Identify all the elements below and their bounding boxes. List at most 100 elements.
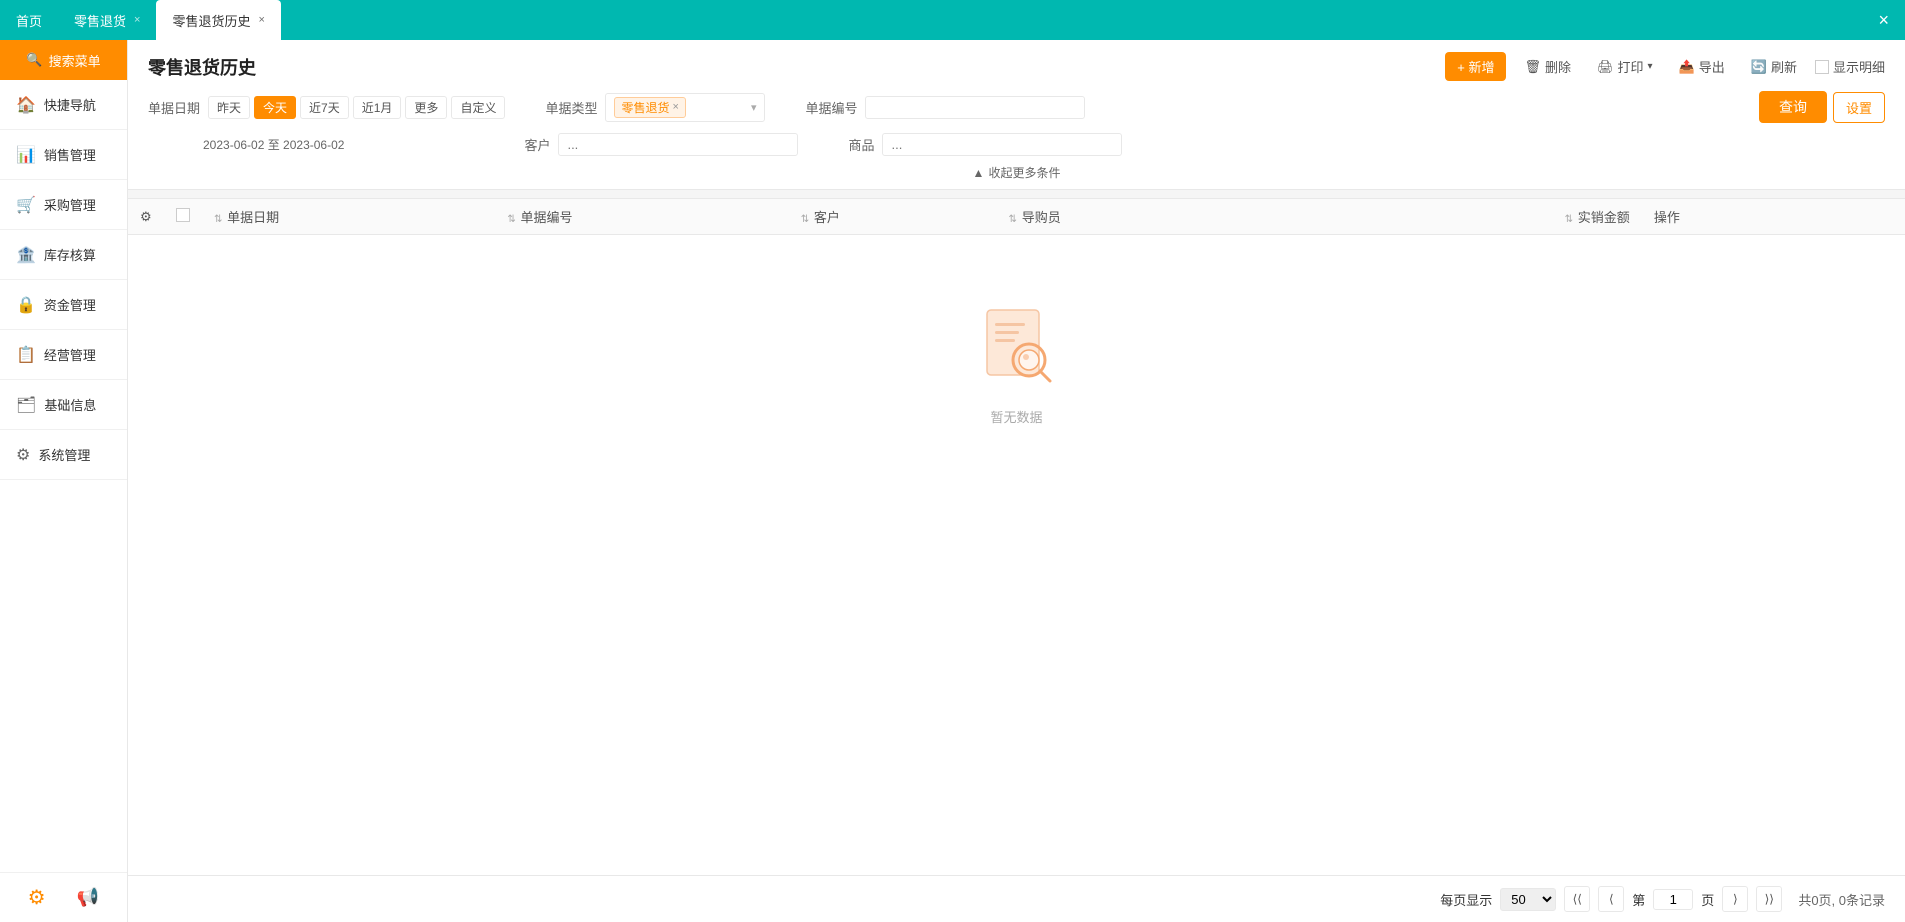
sort-icon-amount: ⇅ — [1565, 214, 1576, 225]
pager-next-button[interactable]: ⟩ — [1722, 886, 1748, 912]
filter-goods-item: 商品 — [848, 133, 1122, 156]
sidebar-item-finance[interactable]: 🔒 资金管理 — [0, 280, 127, 330]
customer-filter-input[interactable] — [558, 133, 798, 156]
page-size-select[interactable]: 50 100 200 — [1500, 888, 1556, 911]
collapse-up-icon: ▲ — [973, 166, 985, 180]
pager-last-button[interactable]: ⟩⟩ — [1756, 886, 1782, 912]
sidebar-item-system-label: 系统管理 — [38, 445, 90, 464]
tab-retail-return-close[interactable]: × — [134, 14, 140, 26]
sidebar-item-sales-label: 销售管理 — [44, 145, 96, 164]
refresh-button[interactable]: 🔄 刷新 — [1743, 53, 1805, 80]
query-button[interactable]: 查询 — [1759, 91, 1827, 123]
table-select-all-checkbox[interactable] — [176, 208, 190, 222]
date-btn-custom[interactable]: 自定义 — [451, 96, 505, 119]
table-body: 暂无数据 — [128, 235, 1905, 487]
filter-row-2: 2023-06-02 至 2023-06-02 客户 商品 — [148, 133, 1885, 156]
purchase-icon: 🛒 — [16, 195, 36, 215]
pagination-summary: 共0页, 0条记录 — [1798, 890, 1885, 909]
sidebar-item-finance-label: 资金管理 — [44, 295, 96, 314]
date-btn-1month[interactable]: 近1月 — [353, 96, 402, 119]
sidebar-item-quick-nav[interactable]: 🏠 快捷导航 — [0, 80, 127, 130]
export-button[interactable]: 📤 导出 — [1671, 53, 1733, 80]
page-title-row: 零售退货历史 + 新增 🗑 删除 🖨 打印 ▾ 📤 导出 — [148, 52, 1885, 81]
col-amount: ⇅ 实销金额 — [1247, 199, 1642, 235]
filter-collapse-btn[interactable]: ▲ 收起更多条件 — [148, 160, 1885, 189]
sidebar-item-purchase[interactable]: 🛒 采购管理 — [0, 180, 127, 230]
sidebar-speaker-button[interactable]: 📢 — [77, 887, 99, 908]
show-detail-checkbox-group[interactable]: 显示明细 — [1815, 57, 1885, 76]
sidebar-gear-button[interactable]: ⚙ — [28, 885, 46, 910]
sidebar-item-basic-info[interactable]: 🗂 基础信息 — [0, 380, 127, 430]
sidebar-item-sales[interactable]: 📊 销售管理 — [0, 130, 127, 180]
empty-state: 暂无数据 — [128, 235, 1905, 486]
customer-filter-label: 客户 — [524, 135, 550, 154]
page-header: 零售退货历史 + 新增 🗑 删除 🖨 打印 ▾ 📤 导出 — [128, 40, 1905, 190]
number-filter-input[interactable] — [865, 96, 1085, 119]
inventory-icon: 🏦 — [16, 245, 36, 265]
sidebar-item-inventory-label: 库存核算 — [44, 245, 96, 264]
table-settings-icon[interactable]: ⚙ — [140, 209, 152, 224]
empty-state-text: 暂无数据 — [990, 407, 1042, 426]
show-detail-label: 显示明细 — [1833, 57, 1885, 76]
tab-home[interactable]: 首页 — [0, 0, 58, 40]
top-bar: 首页 零售退货 × 零售退货历史 × × — [0, 0, 1905, 40]
date-btn-yesterday[interactable]: 昨天 — [208, 96, 250, 119]
col-guide: ⇅ 导购员 — [997, 199, 1248, 235]
sales-icon: 📊 — [16, 145, 36, 165]
goods-filter-input[interactable] — [882, 133, 1122, 156]
delete-button[interactable]: 🗑 删除 — [1516, 53, 1579, 80]
setting-button[interactable]: 设置 — [1833, 92, 1885, 123]
col-number-label: 单据编号 — [521, 210, 573, 225]
type-filter-select[interactable]: 零售退货 × ▾ — [605, 93, 765, 122]
filter-customer-item: 客户 — [524, 133, 798, 156]
sidebar-item-system[interactable]: ⚙ 系统管理 — [0, 430, 127, 480]
type-filter-label: 单据类型 — [545, 98, 597, 117]
filter-date-range: 2023-06-02 至 2023-06-02 — [203, 136, 344, 153]
col-customer-label: 客户 — [814, 210, 840, 225]
sort-icon-guide: ⇅ — [1009, 214, 1020, 225]
window-close-button[interactable]: × — [1862, 10, 1905, 31]
refresh-label: 刷新 — [1771, 57, 1797, 76]
pager-prev-button[interactable]: ⟨ — [1598, 886, 1624, 912]
pager-first-button[interactable]: ⟨⟨ — [1564, 886, 1590, 912]
col-amount-label: 实销金额 — [1578, 210, 1630, 225]
sidebar-item-inventory[interactable]: 🏦 库存核算 — [0, 230, 127, 280]
col-action: 操作 — [1642, 199, 1905, 235]
type-tag-text: 零售退货 — [621, 99, 669, 116]
new-button[interactable]: + 新增 — [1445, 52, 1506, 81]
search-icon: 🔍 — [26, 52, 42, 68]
sidebar: 🔍 搜索菜单 🏠 快捷导航 📊 销售管理 🛒 采购管理 🏦 库存核算 🔒 资金管… — [0, 40, 128, 922]
tab-retail-return[interactable]: 零售退货 × — [58, 0, 156, 40]
sidebar-item-operations[interactable]: 📋 经营管理 — [0, 330, 127, 380]
basic-info-icon: 🗂 — [16, 395, 36, 415]
table-area: ⚙ ⇅ 单据日期 ⇅ 单据编号 — [128, 198, 1905, 875]
col-customer: ⇅ 客户 — [789, 199, 997, 235]
table-header-row: ⚙ ⇅ 单据日期 ⇅ 单据编号 — [128, 199, 1905, 235]
col-settings[interactable]: ⚙ — [128, 199, 164, 235]
empty-state-icon — [967, 295, 1067, 395]
filter-date-item: 单据日期 昨天 今天 近7天 近1月 更多 自定义 — [148, 96, 505, 119]
col-date: ⇅ 单据日期 — [202, 199, 495, 235]
page-number-input[interactable] — [1653, 889, 1693, 910]
main-layout: 🔍 搜索菜单 🏠 快捷导航 📊 销售管理 🛒 采购管理 🏦 库存核算 🔒 资金管… — [0, 40, 1905, 922]
refresh-icon: 🔄 — [1751, 59, 1767, 75]
print-label: 打印 — [1618, 57, 1644, 76]
tab-home-label: 首页 — [16, 11, 42, 30]
export-icon: 📤 — [1679, 59, 1695, 75]
date-btn-7days[interactable]: 近7天 — [300, 96, 349, 119]
print-dropdown-icon: ▾ — [1648, 61, 1653, 72]
show-detail-checkbox[interactable] — [1815, 60, 1829, 74]
type-tag-close[interactable]: × — [672, 101, 678, 113]
tab-retail-return-history[interactable]: 零售退货历史 × — [156, 0, 280, 40]
sidebar-search[interactable]: 🔍 搜索菜单 — [0, 40, 127, 80]
sidebar-item-quick-nav-label: 快捷导航 — [44, 95, 96, 114]
col-checkbox[interactable] — [164, 199, 202, 235]
print-button[interactable]: 🖨 打印 ▾ — [1589, 53, 1661, 80]
sidebar-bottom: ⚙ 📢 — [0, 872, 127, 922]
tab-retail-return-history-close[interactable]: × — [258, 14, 264, 26]
content-area: 零售退货历史 + 新增 🗑 删除 🖨 打印 ▾ 📤 导出 — [128, 40, 1905, 922]
date-btn-today[interactable]: 今天 — [254, 96, 296, 119]
date-btn-more[interactable]: 更多 — [405, 96, 447, 119]
goods-filter-label: 商品 — [848, 135, 874, 154]
tab-retail-return-history-label: 零售退货历史 — [172, 11, 250, 30]
